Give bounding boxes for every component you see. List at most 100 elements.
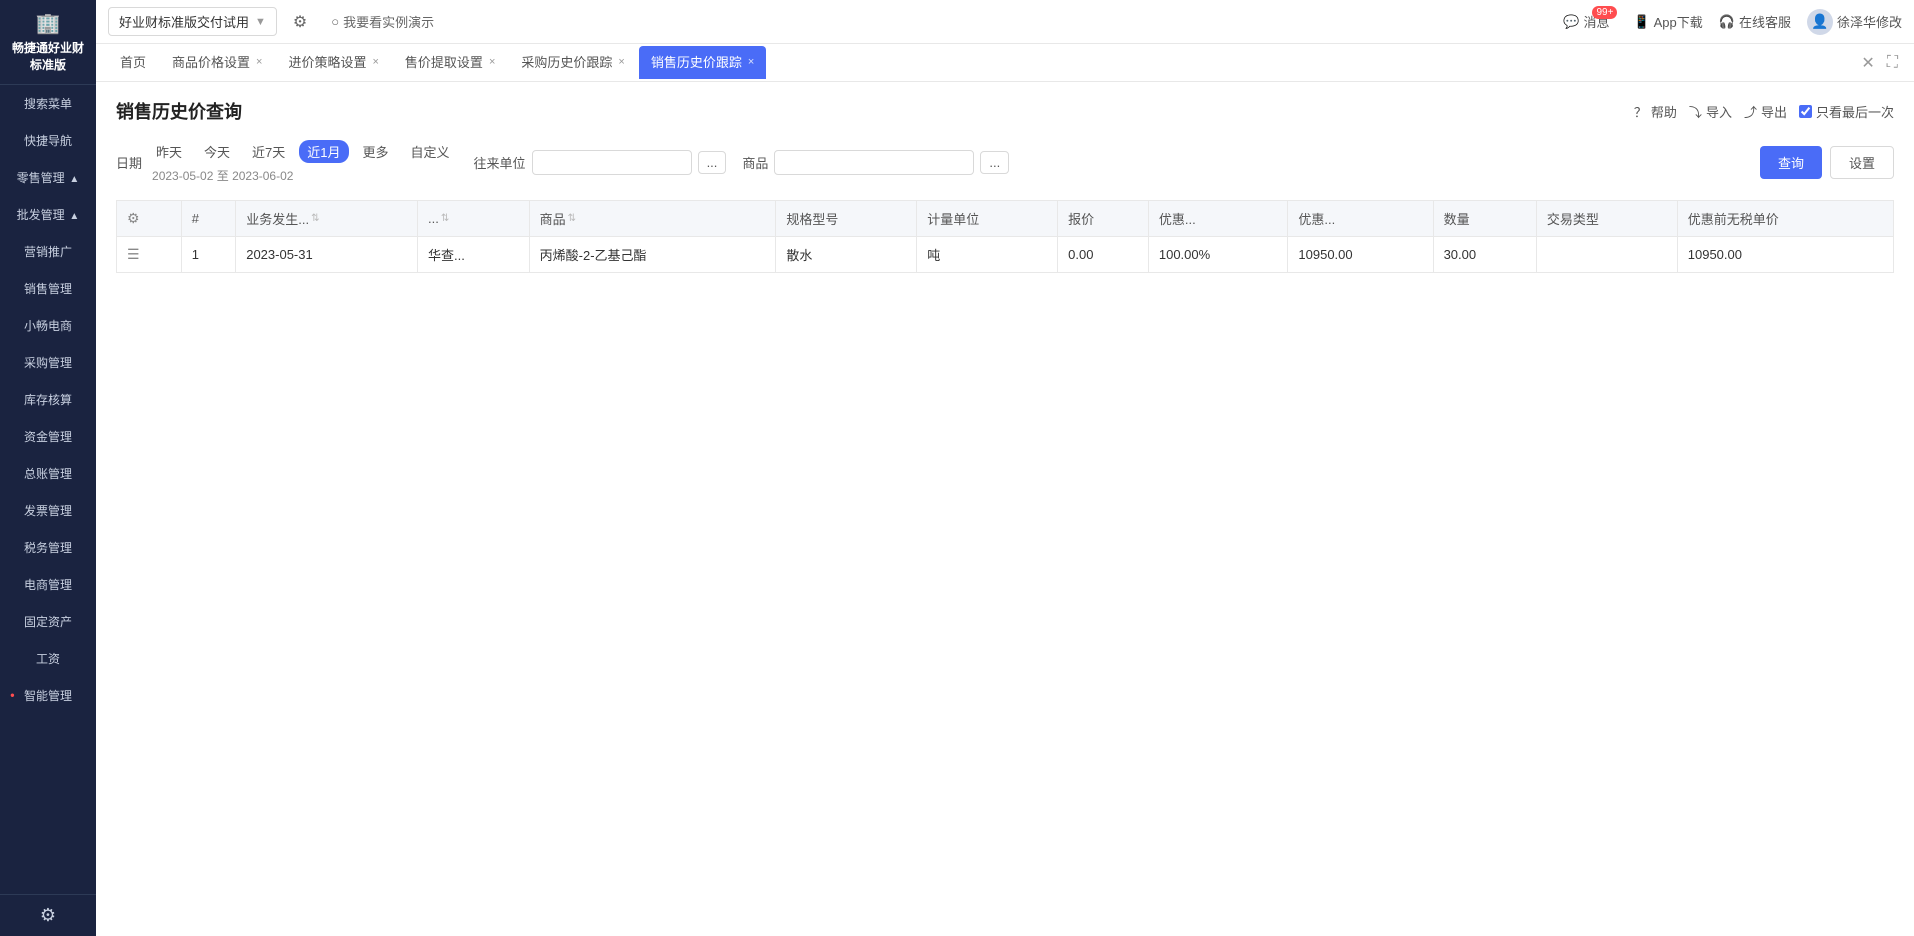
col-header-product[interactable]: 商品⇅ (529, 201, 776, 237)
tab-采购历史价跟踪[interactable]: 采购历史价跟踪 × (509, 46, 636, 79)
top-bar: 好业财标准版交付试用 ▼ ⚙ ○ 我要看实例演示 💬 消息 99+ 📱 App下… (96, 0, 1914, 44)
tab-close-btn[interactable]: × (489, 56, 495, 68)
maximize-btn[interactable]: ⛶ (1883, 52, 1902, 74)
customer-service-btn[interactable]: 🎧 在线客服 (1719, 12, 1791, 31)
tab-bar: 首页商品价格设置 ×进价策略设置 ×售价提取设置 ×采购历史价跟踪 ×销售历史价… (96, 44, 1914, 82)
table-cell-pretax_price: 10950.00 (1677, 237, 1893, 273)
product-label: 商品 (742, 153, 768, 172)
last-only-checkbox[interactable] (1799, 105, 1812, 118)
date-btn-近7天[interactable]: 近7天 (244, 140, 293, 163)
sidebar-item-ledger[interactable]: 总账管理 (0, 455, 96, 492)
page-content: 销售历史价查询 ？ 帮助 ⤵ 导入 ⤴ 导出 (96, 82, 1914, 289)
chevron-down-icon: ▼ (255, 16, 266, 28)
user-info[interactable]: 👤 徐泽华修改 (1807, 9, 1902, 35)
table-row: ☰12023-05-31华查...丙烯酸-2-乙基己酯散水吨0.00100.00… (117, 237, 1894, 273)
date-btn-今天[interactable]: 今天 (196, 140, 238, 163)
export-icon: ⤴ (1744, 102, 1757, 121)
content-area: 销售历史价查询 ？ 帮助 ⤵ 导入 ⤴ 导出 (96, 82, 1914, 936)
sidebar-item-purchase[interactable]: 采购管理 (0, 344, 96, 381)
tab-label: 销售历史价跟踪 (651, 52, 742, 71)
tab-close-btn[interactable]: × (256, 56, 262, 68)
row-gear-icon[interactable]: ☰ (127, 246, 140, 262)
gear-icon[interactable]: ⚙ (127, 210, 140, 226)
table-cell-extra: 华查... (418, 237, 530, 273)
minimize-btn[interactable]: ✕ (1857, 51, 1878, 75)
logo-icon: 🏢 (8, 10, 88, 38)
tab-close-btn[interactable]: × (748, 56, 754, 68)
app-download-btn[interactable]: 📱 App下载 (1633, 12, 1702, 31)
tab-label: 商品价格设置 (172, 52, 250, 71)
sidebar: 🏢 畅捷通好业财 标准版 搜索菜单快捷导航零售管理 ▲批发管理 ▲营销推广销售管… (0, 0, 96, 936)
tab-售价提取设置[interactable]: 售价提取设置 × (393, 46, 507, 79)
arrow-icon: ▲ (67, 174, 80, 185)
tab-close-btn[interactable]: × (618, 56, 624, 68)
settings-icon: ⚙ (40, 905, 56, 925)
sort-icon[interactable]: ⇅ (441, 213, 449, 224)
tab-进价策略设置[interactable]: 进价策略设置 × (276, 46, 390, 79)
data-table: ⚙#业务发生...⇅...⇅商品⇅规格型号计量单位报价优惠...优惠...数量交… (116, 200, 1894, 273)
last-only-checkbox-label[interactable]: 只看最后一次 (1799, 102, 1894, 121)
date-btn-更多[interactable]: 更多 (355, 140, 397, 163)
demo-btn[interactable]: ○ 我要看实例演示 (323, 8, 442, 35)
app-selector-label: 好业财标准版交付试用 (119, 12, 249, 31)
sidebar-settings-btn[interactable]: ⚙ (0, 894, 96, 936)
tab-商品价格设置[interactable]: 商品价格设置 × (160, 46, 274, 79)
sort-icon[interactable]: ⇅ (568, 213, 576, 224)
date-btn-昨天[interactable]: 昨天 (148, 140, 190, 163)
date-btn-近1月[interactable]: 近1月 (299, 140, 348, 163)
sidebar-item-salary[interactable]: 工资 (0, 640, 96, 677)
messages-btn[interactable]: 💬 消息 99+ (1563, 12, 1609, 31)
import-label: 导入 (1706, 102, 1732, 121)
sidebar-item-ecommerce-small[interactable]: 小畅电商 (0, 307, 96, 344)
sidebar-item-marketing[interactable]: 营销推广 (0, 233, 96, 270)
sidebar-item-wholesale[interactable]: 批发管理 ▲ (0, 196, 96, 233)
tab-首页[interactable]: 首页 (108, 46, 158, 79)
sidebar-item-sales[interactable]: 销售管理 (0, 270, 96, 307)
import-link[interactable]: ⤵ 导入 (1689, 102, 1732, 121)
col-label: 商品 (540, 209, 566, 228)
filter-bar: 日期 昨天今天近7天近1月更多自定义 2023-05-02 至 2023-06-… (116, 140, 1894, 184)
sidebar-item-finance[interactable]: 资金管理 (0, 418, 96, 455)
import-icon: ⤵ (1689, 102, 1702, 121)
table-cell-spec: 散水 (776, 237, 917, 273)
export-link[interactable]: ⤴ 导出 (1744, 102, 1787, 121)
col-label: 业务发生... (246, 209, 309, 228)
sort-icon[interactable]: ⇅ (311, 213, 319, 224)
sidebar-item-assets[interactable]: 固定资产 (0, 603, 96, 640)
message-badge: 99+ (1592, 6, 1617, 19)
app-download-label: App下载 (1654, 12, 1703, 31)
date-range-text: 2023-05-02 至 2023-06-02 (152, 167, 458, 184)
table-cell-tx_type (1536, 237, 1677, 273)
arrow-icon: ▲ (67, 211, 80, 222)
sidebar-item-ecommerce[interactable]: 电商管理 (0, 566, 96, 603)
date-filter-group: 日期 昨天今天近7天近1月更多自定义 2023-05-02 至 2023-06-… (116, 140, 458, 184)
sidebar-item-tax[interactable]: 税务管理 (0, 529, 96, 566)
from-unit-input[interactable] (532, 150, 692, 175)
customer-service-label: 在线客服 (1739, 12, 1791, 31)
col-header-index: # (181, 201, 235, 237)
sidebar-item-nav[interactable]: 快捷导航 (0, 122, 96, 159)
date-btn-自定义[interactable]: 自定义 (403, 140, 458, 163)
product-ellipsis-btn[interactable]: ... (980, 151, 1009, 174)
top-bar-settings-btn[interactable]: ⚙ (285, 8, 315, 36)
app-selector[interactable]: 好业财标准版交付试用 ▼ (108, 7, 277, 36)
product-input[interactable] (774, 150, 974, 175)
sidebar-item-search[interactable]: 搜索菜单 (0, 85, 96, 122)
tab-label: 采购历史价跟踪 (521, 52, 612, 71)
date-filter-label: 日期 (116, 153, 142, 172)
sidebar-item-invoice[interactable]: 发票管理 (0, 492, 96, 529)
username: 徐泽华修改 (1837, 12, 1902, 31)
col-header-extra[interactable]: ...⇅ (418, 201, 530, 237)
table-cell-discount_amt: 10950.00 (1288, 237, 1433, 273)
tab-label: 进价策略设置 (288, 52, 366, 71)
tab-销售历史价跟踪[interactable]: 销售历史价跟踪 × (639, 46, 766, 79)
help-link[interactable]: ？ 帮助 (1634, 102, 1677, 121)
query-btn[interactable]: 查询 (1760, 146, 1822, 179)
sidebar-item-ai[interactable]: 智能管理 (0, 677, 96, 714)
tab-close-btn[interactable]: × (372, 56, 378, 68)
sidebar-item-inventory[interactable]: 库存核算 (0, 381, 96, 418)
filter-settings-btn[interactable]: 设置 (1830, 146, 1894, 179)
from-unit-ellipsis-btn[interactable]: ... (698, 151, 727, 174)
col-header-date[interactable]: 业务发生...⇅ (236, 201, 418, 237)
sidebar-item-retail[interactable]: 零售管理 ▲ (0, 159, 96, 196)
